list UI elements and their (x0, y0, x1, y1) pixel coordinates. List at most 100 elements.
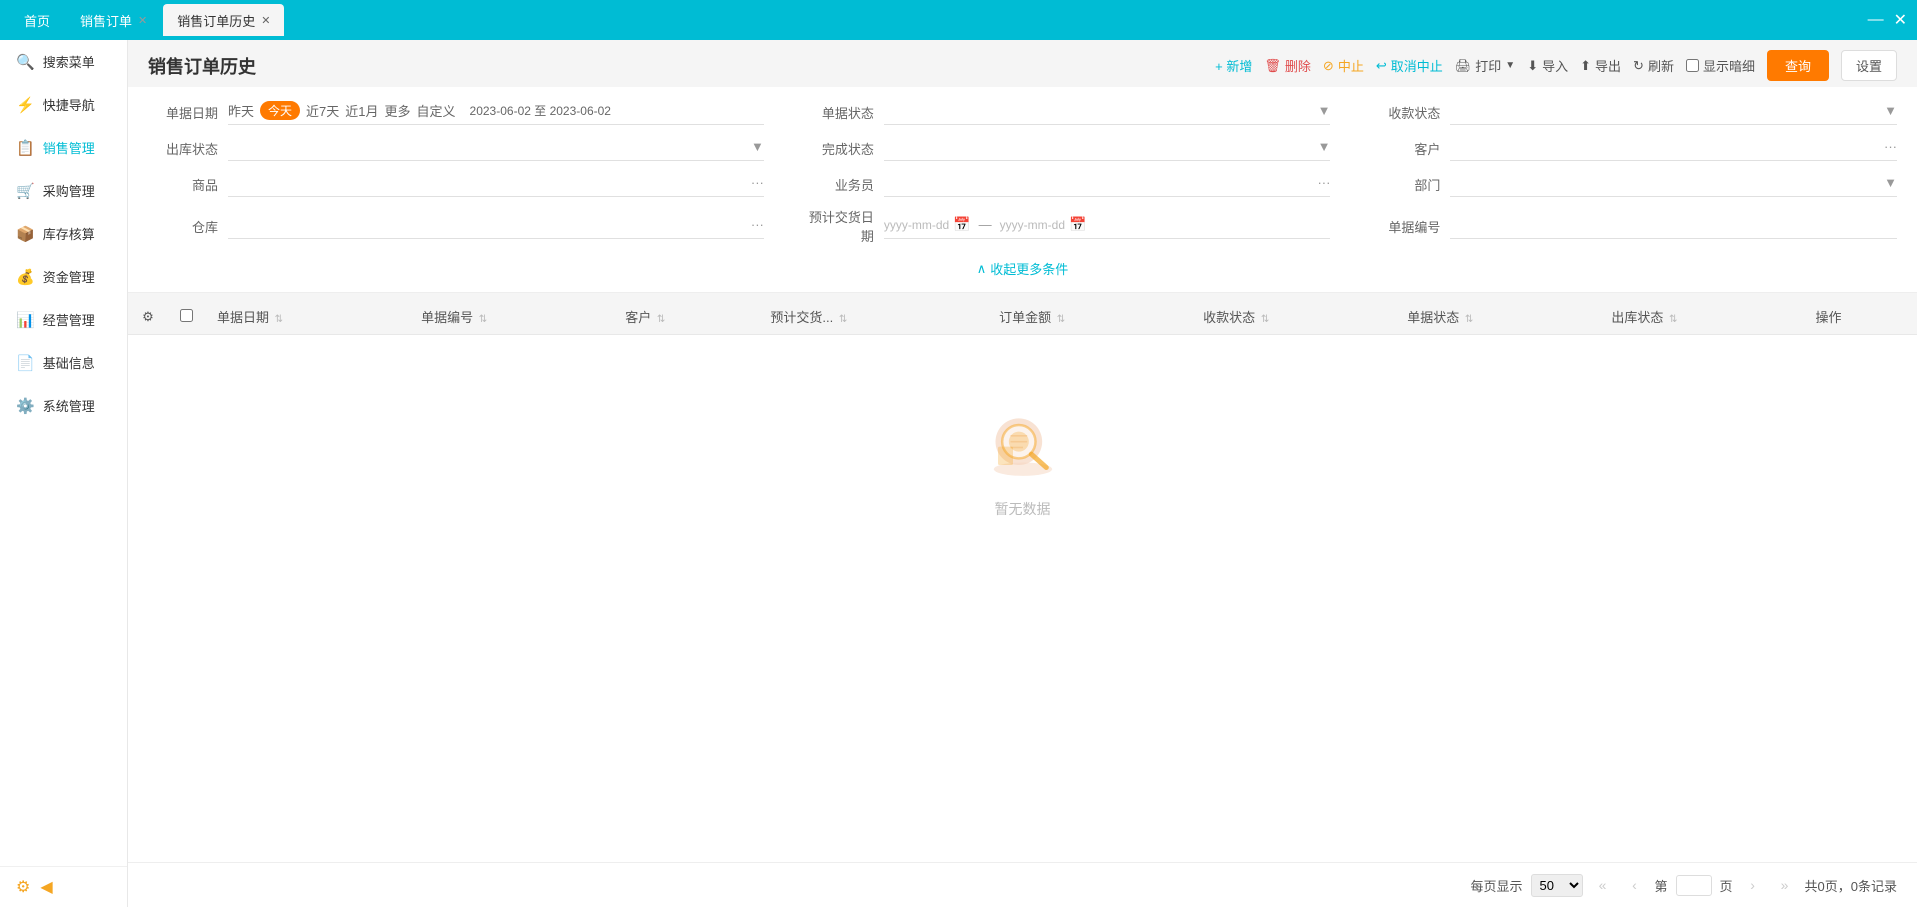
sidebar-item-search-menu[interactable]: 🔍 搜索菜单 (0, 40, 127, 83)
th-delivery[interactable]: 预计交货... ⇅ (758, 299, 987, 335)
page-suffix: 页 (1720, 876, 1733, 895)
th-delivery-status[interactable]: 出库状态 ⇅ (1599, 299, 1803, 335)
delivery-date-start-cal-icon[interactable]: 📅 (953, 216, 970, 233)
import-button-label: 导入 (1542, 56, 1568, 75)
delivery-date-field: yyyy-mm-dd 📅 — yyyy-mm-dd 📅 (884, 213, 1331, 239)
next-page-button[interactable]: › (1741, 873, 1765, 897)
last-page-button[interactable]: » (1773, 873, 1797, 897)
sidebar-item-quick-nav[interactable]: ⚡ 快捷导航 (0, 83, 127, 126)
export-button[interactable]: ⬆ 导出 (1580, 56, 1621, 75)
delivery-date-label: 预计交货日期 (804, 207, 884, 245)
close-tab-sales-order[interactable]: ✕ (138, 14, 147, 27)
product-more-icon: ··· (751, 175, 764, 190)
set-button[interactable]: 设置 (1841, 50, 1897, 81)
sidebar-item-finance[interactable]: 💰 资金管理 (0, 255, 127, 298)
print-button[interactable]: 🖨 打印 ▼ (1455, 56, 1515, 75)
sidebar-item-basic-info[interactable]: 📄 基础信息 (0, 341, 127, 384)
complete-status-dropdown-icon: ▼ (1318, 139, 1331, 154)
th-number[interactable]: 单据编号 ⇅ (409, 299, 613, 335)
order-status-field[interactable]: ▼ (884, 99, 1331, 125)
cancel-stop-button[interactable]: ↩ 取消中止 (1376, 56, 1443, 75)
th-customer[interactable]: 客户 ⇅ (613, 299, 758, 335)
salesperson-field[interactable]: ··· (884, 171, 1331, 197)
warehouse-field[interactable]: ··· (228, 213, 764, 239)
th-settings[interactable]: ⚙ (128, 299, 168, 335)
show-cols-checkbox[interactable]: 显示暗细 (1686, 56, 1755, 75)
refresh-button-label: 刷新 (1648, 56, 1674, 75)
print-icon: 🖨 (1455, 58, 1472, 74)
settings-bottom-icon[interactable]: ⚙ (16, 877, 30, 897)
payment-status-field[interactable]: ▼ (1450, 99, 1897, 125)
delivery-date-end[interactable]: yyyy-mm-dd (1000, 218, 1065, 232)
date-option-1month[interactable]: 近1月 (345, 101, 378, 120)
refresh-button[interactable]: ↻ 刷新 (1633, 56, 1674, 75)
th-date[interactable]: 单据日期 ⇅ (205, 299, 409, 335)
import-button[interactable]: ⬇ 导入 (1527, 56, 1568, 75)
th-amount-label: 订单金额 (999, 310, 1051, 325)
tab-sales-order-history[interactable]: 销售订单历史 ✕ (163, 4, 284, 36)
product-label: 商品 (148, 175, 228, 194)
delivery-status-field[interactable]: ▼ (228, 135, 764, 161)
customer-label: 客户 (1370, 139, 1450, 158)
doc-number-field[interactable] (1450, 213, 1897, 239)
sidebar-item-basic-info-label: 基础信息 (43, 353, 95, 372)
close-tab-sales-order-history[interactable]: ✕ (261, 14, 270, 27)
delete-icon: 🗑 (1264, 58, 1281, 74)
window-close-icon[interactable]: ✕ (1894, 10, 1907, 30)
page-header: 销售订单历史 + 新增 🗑 删除 ⊘ 中止 ↩ 取消中止 🖨 (128, 40, 1917, 87)
th-payment-status[interactable]: 收款状态 ⇅ (1191, 299, 1395, 335)
query-button[interactable]: 查询 (1767, 50, 1829, 81)
operations-icon: 📊 (16, 311, 35, 329)
th-payment-status-label: 收款状态 (1203, 310, 1255, 325)
select-all-checkbox[interactable] (180, 309, 193, 322)
delivery-date-start[interactable]: yyyy-mm-dd (884, 218, 949, 232)
window-minimize-icon[interactable]: — (1868, 11, 1884, 29)
sidebar-item-inventory[interactable]: 📦 库存核算 (0, 212, 127, 255)
date-option-yesterday[interactable]: 昨天 (228, 101, 254, 120)
customer-field[interactable]: ··· (1450, 135, 1897, 161)
delete-button[interactable]: 🗑 删除 (1264, 56, 1311, 75)
prev-page-button[interactable]: ‹ (1623, 873, 1647, 897)
basic-info-icon: 📄 (16, 354, 35, 372)
date-option-custom[interactable]: 自定义 (417, 101, 456, 120)
date-option-more[interactable]: 更多 (385, 101, 411, 120)
sidebar-item-search-menu-label: 搜索菜单 (43, 52, 95, 71)
date-option-7days[interactable]: 近7天 (306, 101, 339, 120)
delivery-date-end-cal-icon[interactable]: 📅 (1069, 216, 1086, 233)
complete-status-field[interactable]: ▼ (884, 135, 1331, 161)
order-status-label: 单据状态 (804, 103, 884, 122)
page-number-input[interactable]: 1 (1676, 875, 1712, 896)
page-title: 销售订单历史 (148, 53, 256, 79)
new-button[interactable]: + 新增 (1215, 56, 1252, 75)
dept-dropdown-icon: ▼ (1884, 175, 1897, 190)
print-dropdown-icon: ▼ (1505, 60, 1515, 71)
th-action-label: 操作 (1816, 310, 1842, 325)
th-order-status[interactable]: 单据状态 ⇅ (1395, 299, 1599, 335)
th-checkbox[interactable] (168, 299, 205, 335)
sidebar-item-operations-label: 经营管理 (43, 310, 95, 329)
tab-home[interactable]: 首页 (10, 4, 64, 36)
sidebar-item-purchase-mgmt[interactable]: 🛒 采购管理 (0, 169, 127, 212)
date-option-today[interactable]: 今天 (260, 101, 300, 120)
tab-sales-order-history-label: 销售订单历史 (177, 11, 255, 30)
first-page-button[interactable]: « (1591, 873, 1615, 897)
stop-button[interactable]: ⊘ 中止 (1323, 56, 1364, 75)
product-field[interactable]: ··· (228, 171, 764, 197)
filter-row-4: 仓库 ··· 预计交货日期 yyyy-mm-dd 📅 — yyyy-mm-dd … (148, 207, 1897, 245)
show-cols-input[interactable] (1686, 59, 1699, 72)
sidebar-item-operations[interactable]: 📊 经营管理 (0, 298, 127, 341)
sidebar-item-sales-mgmt[interactable]: 📋 销售管理 (0, 126, 127, 169)
dept-field[interactable]: ▼ (1450, 171, 1897, 197)
sidebar-item-inventory-label: 库存核算 (43, 224, 95, 243)
sidebar: 🔍 搜索菜单 ⚡ 快捷导航 📋 销售管理 🛒 采购管理 📦 库存核算 💰 资金管… (0, 40, 128, 907)
page-size-select[interactable]: 20 50 100 (1531, 874, 1583, 897)
stop-button-label: 中止 (1338, 56, 1364, 75)
sidebar-item-sys-mgmt[interactable]: ⚙️ 系统管理 (0, 384, 127, 427)
th-amount[interactable]: 订单金额 ⇅ (987, 299, 1191, 335)
collapse-row[interactable]: ∧ 收起更多条件 (148, 255, 1897, 286)
sidebar-bottom: ⚙ ◀ (0, 866, 127, 907)
table-settings-icon[interactable]: ⚙ (142, 309, 154, 324)
collapse-sidebar-icon[interactable]: ◀ (40, 877, 52, 897)
tab-sales-order[interactable]: 销售订单 ✕ (66, 4, 161, 36)
cancel-stop-icon: ↩ (1376, 58, 1387, 74)
